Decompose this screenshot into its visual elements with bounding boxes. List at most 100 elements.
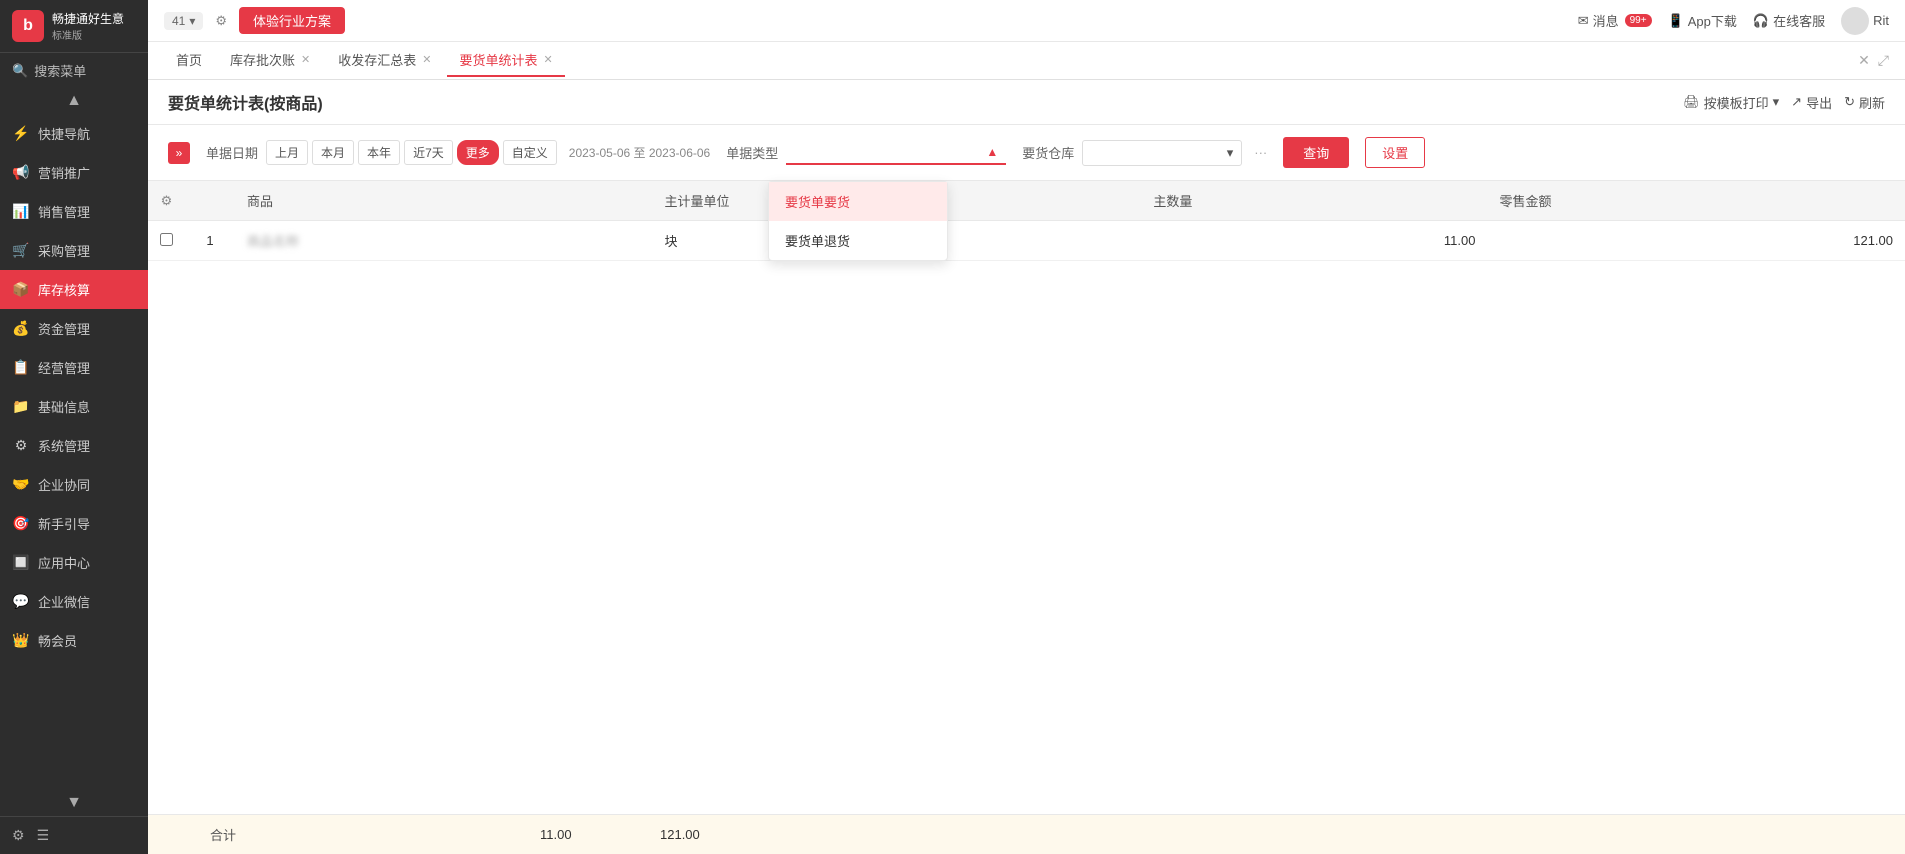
type-select[interactable]: ▲ bbox=[786, 140, 1006, 165]
tab-label-inventory-batch: 库存批次账 bbox=[230, 50, 295, 69]
sidebar-item-appstore[interactable]: 🔲 应用中心 bbox=[0, 543, 148, 582]
page-actions: 🖨 按模板打印 ▾ ↗ 导出 ↻ 刷新 bbox=[1683, 93, 1885, 112]
chevron-down-icon: ▾ bbox=[1227, 145, 1234, 161]
sidebar-item-purchase[interactable]: 🛒 采购管理 bbox=[0, 231, 148, 270]
date-btn-7days[interactable]: 近7天 bbox=[404, 140, 453, 165]
footer-total-qty: 11.00 bbox=[540, 827, 660, 842]
avatar-img bbox=[1841, 7, 1869, 35]
sidebar-item-newbie[interactable]: 🎯 新手引导 bbox=[0, 504, 148, 543]
search-icon: 🔍 bbox=[12, 63, 28, 79]
sidebar-item-operations[interactable]: 📋 经营管理 bbox=[0, 348, 148, 387]
close-all-tabs-icon[interactable]: ✕ bbox=[1858, 52, 1870, 69]
tab-bar: 首页库存批次账 ✕收发存汇总表 ✕要货单统计表 ✕ ✕ ⤢ bbox=[148, 42, 1905, 80]
row-amount: 121.00 bbox=[1487, 221, 1905, 261]
export-button[interactable]: ↗ 导出 bbox=[1791, 93, 1832, 112]
sidebar-item-basics[interactable]: 📁 基础信息 bbox=[0, 387, 148, 426]
sidebar-item-finance[interactable]: 💰 资金管理 bbox=[0, 309, 148, 348]
filter-settings-button[interactable]: 设置 bbox=[1365, 137, 1425, 168]
query-button[interactable]: 查询 bbox=[1283, 137, 1349, 168]
date-btn-this-month[interactable]: 本月 bbox=[312, 140, 354, 165]
sidebar-item-quick-nav[interactable]: ⚡ 快捷导航 bbox=[0, 114, 148, 153]
column-settings-icon[interactable]: ⚙ bbox=[161, 193, 173, 208]
finance-icon: 💰 bbox=[12, 320, 30, 337]
sidebar-item-marketing[interactable]: 📢 营销推广 bbox=[0, 153, 148, 192]
refresh-icon: ↻ bbox=[1844, 94, 1855, 110]
sidebar-item-enterprise[interactable]: 🤝 企业协同 bbox=[0, 465, 148, 504]
tab-close-recv-summary[interactable]: ✕ bbox=[422, 53, 431, 66]
type-input[interactable] bbox=[794, 144, 986, 159]
app-download-btn[interactable]: 📱 App下载 bbox=[1668, 11, 1737, 30]
sidebar-label-operations: 经营管理 bbox=[38, 358, 90, 377]
tab-recv-summary[interactable]: 收发存汇总表 ✕ bbox=[326, 44, 443, 77]
sidebar-label-finance: 资金管理 bbox=[38, 319, 90, 338]
messages-btn[interactable]: ✉ 消息 99+ bbox=[1578, 11, 1652, 30]
tab-controls: ✕ ⤢ bbox=[1858, 52, 1889, 69]
sidebar-scroll-up[interactable]: ▲ bbox=[0, 88, 148, 114]
inventory-icon: 📦 bbox=[12, 281, 30, 298]
sidebar-label-system: 系统管理 bbox=[38, 436, 90, 455]
row-checkbox[interactable] bbox=[148, 221, 185, 261]
sidebar-label-appstore: 应用中心 bbox=[38, 553, 90, 572]
tab-inventory-batch[interactable]: 库存批次账 ✕ bbox=[218, 44, 322, 77]
refresh-button[interactable]: ↻ 刷新 bbox=[1844, 93, 1885, 112]
logo-icon: b bbox=[12, 10, 44, 42]
page-header: 要货单统计表(按商品) 🖨 按模板打印 ▾ ↗ 导出 ↻ 刷新 bbox=[148, 80, 1905, 125]
footer-total-amount: 121.00 bbox=[660, 827, 780, 842]
sidebar-item-member[interactable]: 👑 畅会员 bbox=[0, 621, 148, 660]
message-icon: ✉ bbox=[1578, 13, 1589, 29]
chevron-down-icon: ▾ bbox=[1773, 94, 1780, 110]
maximize-icon[interactable]: ⤢ bbox=[1878, 52, 1889, 69]
headset-icon: 🎧 bbox=[1753, 13, 1769, 29]
date-btn-this-year[interactable]: 本年 bbox=[358, 140, 400, 165]
solution-button[interactable]: 体验行业方案 bbox=[239, 7, 345, 34]
system-icon: ⚙ bbox=[12, 437, 30, 454]
type-dropdown: 要货单要货 要货单退货 bbox=[768, 181, 948, 261]
warehouse-select[interactable]: ▾ bbox=[1082, 140, 1242, 166]
user-avatar[interactable]: Rit bbox=[1841, 7, 1889, 35]
filter-bar: » 单据日期 上月 本月 本年 近7天 更多 自定义 2023-05-06 至 … bbox=[148, 125, 1905, 181]
sidebar-item-system[interactable]: ⚙ 系统管理 bbox=[0, 426, 148, 465]
sidebar-label-purchase: 采购管理 bbox=[38, 241, 90, 260]
sidebar-scroll-down[interactable]: ▼ bbox=[0, 790, 148, 816]
sidebar-label-quick-nav: 快捷导航 bbox=[38, 124, 90, 143]
sidebar-nav: ⚡ 快捷导航 📢 营销推广 📊 销售管理 🛒 采购管理 📦 库存核算 💰 资金管… bbox=[0, 114, 148, 790]
appstore-icon: 🔲 bbox=[12, 554, 30, 571]
tab-close-order-stats[interactable]: ✕ bbox=[544, 53, 553, 66]
basics-icon: 📁 bbox=[12, 398, 30, 415]
customer-service-btn[interactable]: 🎧 在线客服 bbox=[1753, 11, 1825, 30]
type-filter-group: 单据类型 ▲ bbox=[726, 140, 1006, 165]
date-btn-more[interactable]: 更多 bbox=[457, 140, 499, 165]
page-title: 要货单统计表(按商品) bbox=[168, 90, 323, 114]
chevron-up-icon: ▲ bbox=[986, 145, 998, 159]
sidebar-item-wechat[interactable]: 💬 企业微信 bbox=[0, 582, 148, 621]
date-filter-group: 单据日期 上月 本月 本年 近7天 更多 自定义 2023-05-06 至 20… bbox=[206, 140, 710, 165]
more-filters-icon[interactable]: ··· bbox=[1254, 145, 1267, 160]
logo-text: 畅捷通好生意 标准版 bbox=[52, 10, 124, 42]
col-header-product: 商品 bbox=[235, 181, 653, 221]
sidebar-label-enterprise: 企业协同 bbox=[38, 475, 90, 494]
print-button[interactable]: 🖨 按模板打印 ▾ bbox=[1683, 93, 1779, 112]
export-icon: ↗ bbox=[1791, 94, 1802, 110]
date-btn-custom[interactable]: 自定义 bbox=[503, 140, 557, 165]
sidebar-item-sales[interactable]: 📊 销售管理 bbox=[0, 192, 148, 231]
dropdown-item-order-goods[interactable]: 要货单要货 bbox=[769, 182, 947, 221]
date-buttons: 上月 本月 本年 近7天 更多 自定义 bbox=[266, 140, 557, 165]
gear-icon[interactable]: ⚙ bbox=[215, 13, 227, 29]
tab-label-home: 首页 bbox=[176, 50, 202, 69]
sidebar-search[interactable]: 🔍 搜索菜单 bbox=[0, 53, 148, 88]
logo: b 畅捷通好生意 标准版 bbox=[0, 0, 148, 53]
dropdown-item-order-return[interactable]: 要货单退货 bbox=[769, 221, 947, 260]
tab-order-stats[interactable]: 要货单统计表 ✕ bbox=[447, 44, 564, 77]
warehouse-label: 要货仓库 bbox=[1022, 143, 1074, 162]
expand-button[interactable]: » bbox=[168, 142, 190, 164]
tab-home[interactable]: 首页 bbox=[164, 44, 214, 77]
sidebar-item-inventory[interactable]: 📦 库存核算 bbox=[0, 270, 148, 309]
table-footer: 合计 11.00 121.00 bbox=[148, 814, 1905, 854]
date-btn-last-month[interactable]: 上月 bbox=[266, 140, 308, 165]
settings-icon[interactable]: ⚙ bbox=[12, 827, 25, 844]
menu-toggle-icon[interactable]: ☰ bbox=[37, 827, 50, 844]
chevron-down-icon: ▾ bbox=[189, 14, 195, 28]
tab-close-inventory-batch[interactable]: ✕ bbox=[301, 53, 310, 66]
sidebar-label-newbie: 新手引导 bbox=[38, 514, 90, 533]
sidebar-label-sales: 销售管理 bbox=[38, 202, 90, 221]
